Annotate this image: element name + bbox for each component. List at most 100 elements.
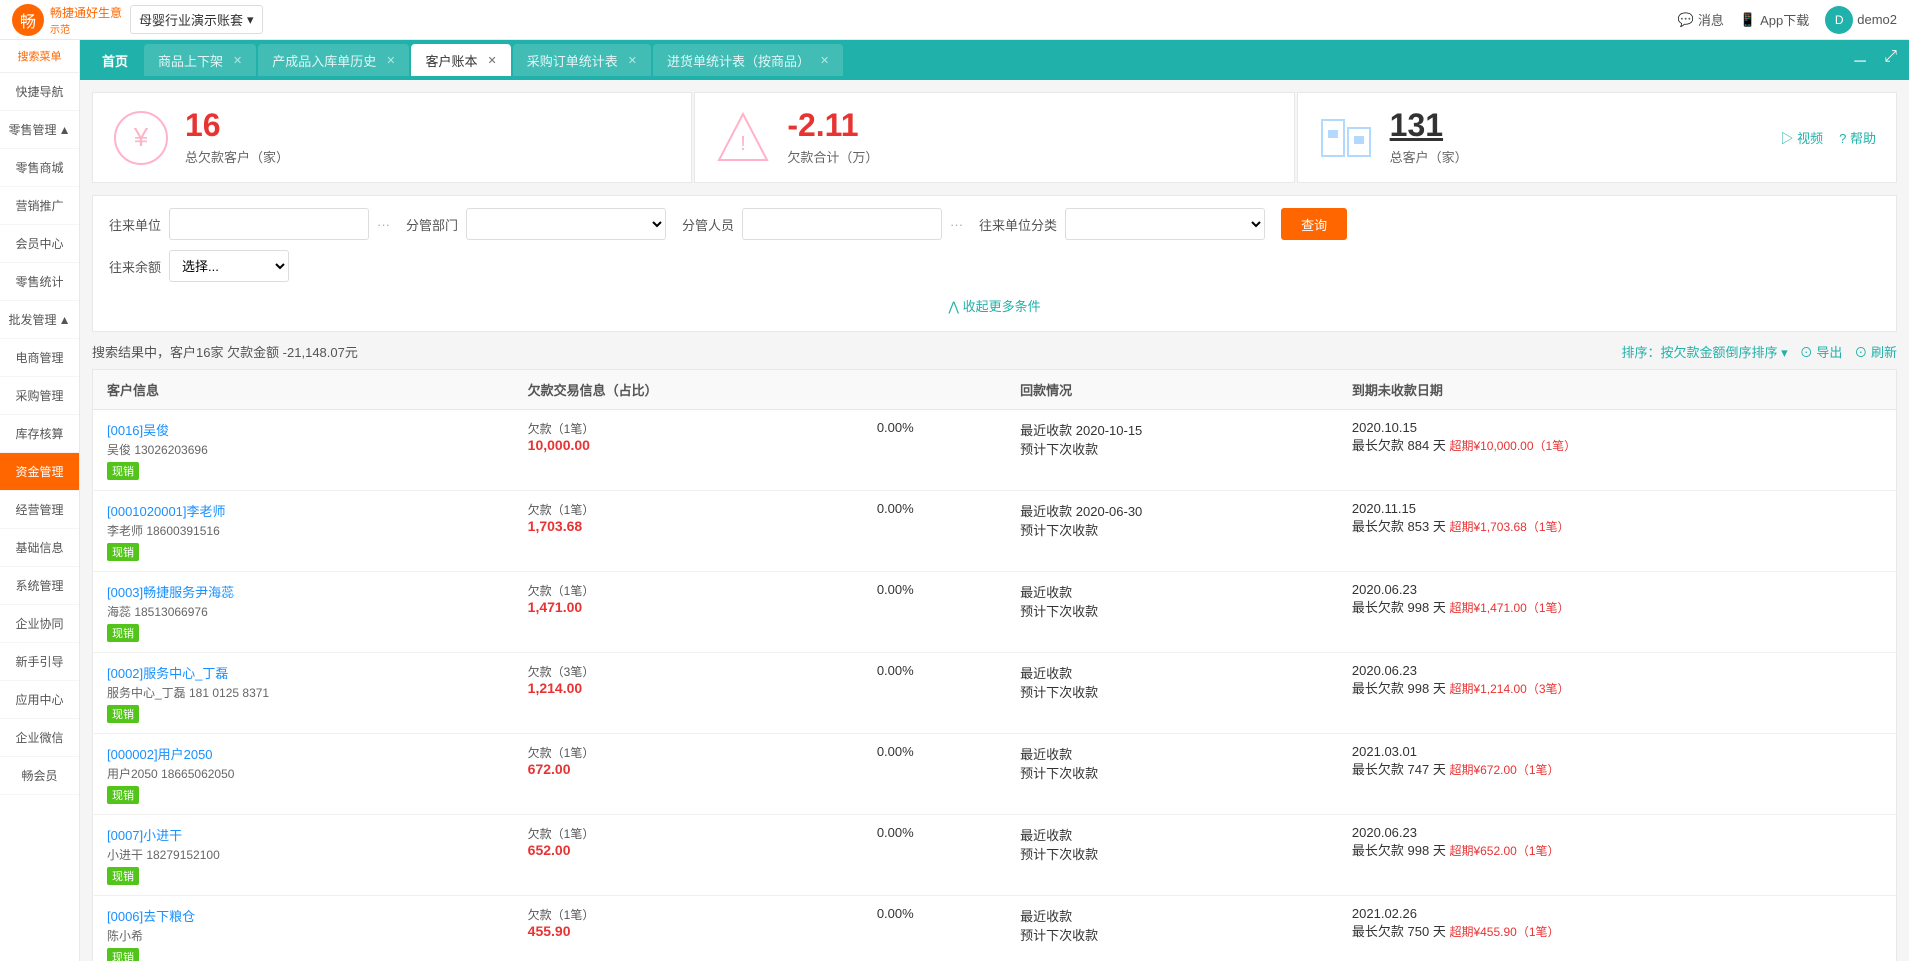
cell-pct-2: 0.00% — [863, 572, 1006, 653]
customer-name-1[interactable]: [0001020001]李老师 — [107, 501, 500, 520]
debt-amount-5[interactable]: 652.00 — [528, 842, 849, 858]
due-date-4: 2021.03.01 — [1352, 744, 1882, 759]
customer-tag-0: 现销 — [107, 462, 139, 480]
tab-close-icon[interactable]: ✕ — [820, 54, 829, 67]
customer-name-0[interactable]: [0016]吴俊 — [107, 420, 500, 439]
overdue-link-5[interactable]: 超期¥652.00（1笔） — [1449, 844, 1559, 858]
customer-contact-0: 吴俊 13026203696 — [107, 441, 500, 458]
filter-input-person[interactable] — [742, 208, 942, 240]
message-btn[interactable]: 💬 消息 — [1678, 10, 1724, 29]
sidebar-search[interactable]: 搜索菜单 — [0, 40, 79, 73]
overdue-link-1[interactable]: 超期¥1,703.68（1笔） — [1449, 520, 1569, 534]
filter-select-unit-type[interactable] — [1065, 208, 1265, 240]
store-selector[interactable]: 母婴行业演示账套 ▾ — [130, 5, 263, 34]
sidebar-item-finance[interactable]: 资金管理 — [0, 453, 79, 491]
sidebar-item-system[interactable]: 系统管理 — [0, 567, 79, 605]
help-btn[interactable]: ? 帮助 — [1839, 128, 1876, 147]
sidebar-item-retail-mgmt[interactable]: 零售管理 ▲ — [0, 111, 79, 149]
overdue-days-3: 最长欠款 998 天 — [1352, 681, 1450, 696]
tab-purchase-order-stats[interactable]: 采购订单统计表 ✕ — [513, 44, 651, 76]
debt-amount-0[interactable]: 10,000.00 — [528, 437, 849, 453]
customer-name-5[interactable]: [0007]小进干 — [107, 825, 500, 844]
sidebar-item-app-center[interactable]: 应用中心 — [0, 681, 79, 719]
debt-pct-1: 0.00% — [877, 501, 914, 516]
sidebar-item-inventory[interactable]: 库存核算 — [0, 415, 79, 453]
user-avatar[interactable]: D demo2 — [1825, 6, 1897, 34]
filter-label-unit-type: 往来单位分类 — [979, 215, 1057, 234]
cell-due-6: 2021.02.26 最长欠款 750 天 超期¥455.90（1笔） — [1338, 896, 1897, 961]
tab-close-icon[interactable]: ✕ — [488, 54, 497, 67]
debt-amount-4[interactable]: 672.00 — [528, 761, 849, 777]
filter-select-dept[interactable] — [466, 208, 666, 240]
overdue-link-6[interactable]: 超期¥455.90（1笔） — [1449, 925, 1559, 939]
sidebar-item-member-vip[interactable]: 畅会员 — [0, 757, 79, 795]
sidebar-item-retail-mall[interactable]: 零售商城 — [0, 149, 79, 187]
filter-dots-from-unit[interactable]: ··· — [377, 217, 390, 232]
sidebar-item-operations[interactable]: 经营管理 — [0, 491, 79, 529]
cell-pct-1: 0.00% — [863, 491, 1006, 572]
refresh-btn[interactable]: ⊙ 刷新 — [1854, 342, 1897, 361]
tab-purchase-stats-by-product[interactable]: 进货单统计表（按商品） ✕ — [653, 44, 843, 76]
sidebar-item-enterprise[interactable]: 企业协同 — [0, 605, 79, 643]
stat-value-debt-customers: 16 — [185, 109, 289, 141]
sidebar-item-member[interactable]: 会员中心 — [0, 225, 79, 263]
tab-label: 商品上下架 — [158, 51, 223, 70]
customer-name-3[interactable]: [0002]服务中心_丁磊 — [107, 663, 500, 682]
tab-production-history[interactable]: 产成品入库单历史 ✕ — [258, 44, 409, 76]
sidebar-item-ecommerce[interactable]: 电商管理 — [0, 339, 79, 377]
customer-name-6[interactable]: [0006]去下粮仓 — [107, 906, 500, 925]
customer-tag-2: 现销 — [107, 624, 139, 642]
data-table: 客户信息 欠款交易信息（占比） 回款情况 到期未收款日期 [0016]吴俊 吴俊… — [92, 369, 1897, 961]
customer-name-4[interactable]: [000002]用户2050 — [107, 744, 500, 763]
filter-label-person: 分管人员 — [682, 215, 734, 234]
sidebar-item-retail-stats[interactable]: 零售统计 — [0, 263, 79, 301]
stat-label-debt-total: 欠款合计（万） — [787, 147, 878, 166]
query-button[interactable]: 查询 — [1281, 208, 1347, 240]
filter-input-from-unit[interactable] — [169, 208, 369, 240]
sidebar-item-quick-nav[interactable]: 快捷导航 — [0, 73, 79, 111]
overdue-link-2[interactable]: 超期¥1,471.00（1笔） — [1449, 601, 1569, 615]
filter-select-balance[interactable]: 选择... — [169, 250, 289, 282]
video-btn[interactable]: ▷ 视频 — [1780, 128, 1823, 147]
tab-product-listing[interactable]: 商品上下架 ✕ — [144, 44, 256, 76]
sidebar-item-guide[interactable]: 新手引导 — [0, 643, 79, 681]
tab-home[interactable]: 首页 — [88, 44, 142, 76]
debt-amount-3[interactable]: 1,214.00 — [528, 680, 849, 696]
sidebar-item-marketing[interactable]: 营销推广 — [0, 187, 79, 225]
sort-text: 排序：按欠款金额倒序排序 — [1622, 345, 1778, 360]
filter-dots-person[interactable]: ··· — [950, 217, 963, 232]
customer-tag-4: 现销 — [107, 786, 139, 804]
customers-debt-icon: ¥ — [113, 110, 169, 166]
tab-close-icon[interactable]: ✕ — [233, 54, 242, 67]
due-date-5: 2020.06.23 — [1352, 825, 1882, 840]
sidebar-item-enterprise-wechat[interactable]: 企业微信 — [0, 719, 79, 757]
stat-value-total-customers: 131 — [1390, 109, 1468, 141]
customer-name-2[interactable]: [0003]畅捷服务尹海蕊 — [107, 582, 500, 601]
sidebar-item-basic-info[interactable]: 基础信息 — [0, 529, 79, 567]
tab-maximize-icon[interactable]: ⤢ — [1880, 44, 1901, 76]
overdue-link-4[interactable]: 超期¥672.00（1笔） — [1449, 763, 1559, 777]
sort-icon[interactable]: ▾ — [1781, 345, 1788, 360]
tab-customer-ledger[interactable]: 客户账本 ✕ — [411, 44, 510, 76]
debt-amount-6[interactable]: 455.90 — [528, 923, 849, 939]
due-date-6: 2021.02.26 — [1352, 906, 1882, 921]
filter-unit-type: 往来单位分类 — [979, 208, 1265, 240]
filter-collapse-btn[interactable]: ⋀ 收起更多条件 — [109, 292, 1880, 319]
recent-collect-5: 最近收款 — [1020, 825, 1324, 844]
tab-minimize-icon[interactable]: － — [1848, 44, 1872, 76]
tab-close-icon[interactable]: ✕ — [386, 54, 395, 67]
sidebar-item-wholesale[interactable]: 批发管理 ▲ — [0, 301, 79, 339]
tab-close-icon[interactable]: ✕ — [628, 54, 637, 67]
app-download-btn[interactable]: 📱 App下载 — [1740, 10, 1809, 29]
sidebar-label: 零售管理 — [9, 121, 57, 138]
overdue-link-3[interactable]: 超期¥1,214.00（3笔） — [1449, 682, 1569, 696]
debt-amount-2[interactable]: 1,471.00 — [528, 599, 849, 615]
recent-collect-3: 最近收款 — [1020, 663, 1324, 682]
overdue-link-0[interactable]: 超期¥10,000.00（1笔） — [1449, 439, 1576, 453]
filter-row-1: 往来单位 ··· 分管部门 分管人员 — [109, 208, 1880, 240]
export-btn[interactable]: ⊙ 导出 — [1800, 342, 1843, 361]
next-collect-4: 预计下次收款 — [1020, 763, 1324, 782]
avatar: D — [1825, 6, 1853, 34]
sidebar-item-purchase[interactable]: 采购管理 — [0, 377, 79, 415]
debt-amount-1[interactable]: 1,703.68 — [528, 518, 849, 534]
